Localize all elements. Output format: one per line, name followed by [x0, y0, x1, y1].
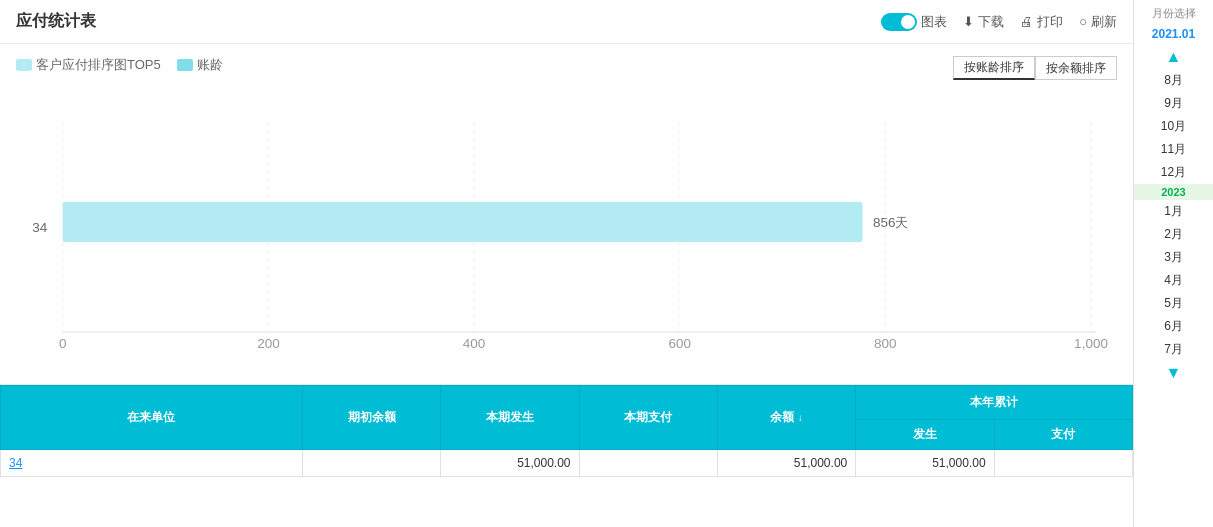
sidebar-selected-month[interactable]: 2021.01 — [1152, 23, 1195, 45]
legend-item-top5: 客户应付排序图TOP5 — [16, 56, 161, 74]
cell-balance: 51,000.00 — [717, 450, 855, 477]
sidebar-month-10[interactable]: 10月 — [1134, 115, 1213, 138]
svg-text:800: 800 — [874, 336, 897, 351]
sidebar-down-button[interactable]: ▼ — [1162, 361, 1186, 385]
header: 应付统计表 图表 ⬇ 下载 🖨 打印 ○ 刷新 — [0, 0, 1133, 44]
th-year-occur: 发生 — [856, 420, 994, 450]
table-area: 在来单位 期初余额 本期发生 本期支付 余额 ↓ 本年累计 发生 支付 — [0, 384, 1133, 527]
print-button[interactable]: 🖨 打印 — [1020, 13, 1063, 31]
page-title: 应付统计表 — [16, 11, 96, 32]
sidebar-month-1[interactable]: 1月 — [1134, 200, 1213, 223]
chart-label: 图表 — [921, 13, 947, 31]
sidebar-month-2[interactable]: 2月 — [1134, 223, 1213, 246]
sidebar-month-5[interactable]: 5月 — [1134, 292, 1213, 315]
refresh-label: 刷新 — [1091, 13, 1117, 31]
chart-svg: 34 856天 0 200 400 600 800 1,000 — [16, 92, 1117, 372]
svg-text:34: 34 — [32, 220, 47, 235]
th-unit: 在来单位 — [1, 386, 303, 450]
page-wrapper: 应付统计表 图表 ⬇ 下载 🖨 打印 ○ 刷新 — [0, 0, 1213, 527]
download-button[interactable]: ⬇ 下载 — [963, 13, 1004, 31]
th-year-pay: 支付 — [994, 420, 1132, 450]
th-period-start: 期初余额 — [302, 386, 440, 450]
th-current-occur: 本期发生 — [441, 386, 579, 450]
svg-text:1,000: 1,000 — [1074, 336, 1108, 351]
data-table: 在来单位 期初余额 本期发生 本期支付 余额 ↓ 本年累计 发生 支付 — [0, 385, 1133, 477]
sort-by-balance-button[interactable]: 按余额排序 — [1035, 56, 1117, 80]
th-year-cumul: 本年累计 — [856, 386, 1133, 420]
refresh-icon: ○ — [1079, 14, 1087, 29]
sidebar-month-7[interactable]: 7月 — [1134, 338, 1213, 361]
svg-text:0: 0 — [59, 336, 67, 351]
th-balance: 余额 ↓ — [717, 386, 855, 450]
sidebar-month-6[interactable]: 6月 — [1134, 315, 1213, 338]
chart-sort-buttons: 按账龄排序 按余额排序 — [953, 56, 1117, 80]
download-label: 下载 — [978, 13, 1004, 31]
svg-rect-1 — [63, 202, 863, 242]
cell-current-pay — [579, 450, 717, 477]
header-actions: 图表 ⬇ 下载 🖨 打印 ○ 刷新 — [881, 13, 1117, 31]
sort-by-age-button[interactable]: 按账龄排序 — [953, 56, 1035, 80]
legend-color-age — [177, 59, 193, 71]
legend-item-age: 账龄 — [177, 56, 223, 74]
th-current-pay: 本期支付 — [579, 386, 717, 450]
legend-label-top5: 客户应付排序图TOP5 — [36, 56, 161, 74]
legend-label-age: 账龄 — [197, 56, 223, 74]
print-icon: 🖨 — [1020, 14, 1033, 29]
chart-area: 客户应付排序图TOP5 账龄 按账龄排序 按余额排序 34 — [0, 44, 1133, 384]
chart-header-row: 客户应付排序图TOP5 账龄 按账龄排序 按余额排序 — [16, 56, 1117, 88]
svg-text:856天: 856天 — [873, 215, 909, 230]
print-label: 打印 — [1037, 13, 1063, 31]
sidebar-up-button[interactable]: ▲ — [1162, 45, 1186, 69]
sidebar-month-11[interactable]: 11月 — [1134, 138, 1213, 161]
sidebar-month-4[interactable]: 4月 — [1134, 269, 1213, 292]
svg-text:600: 600 — [668, 336, 691, 351]
toggle-switch-icon[interactable] — [881, 13, 917, 31]
chart-legend: 客户应付排序图TOP5 账龄 — [16, 56, 223, 74]
cell-year-occur: 51,000.00 — [856, 450, 994, 477]
sidebar-right: 月份选择 2021.01 ▲ 8月 9月 10月 11月 12月 2023 1月… — [1133, 0, 1213, 527]
sidebar-month-3[interactable]: 3月 — [1134, 246, 1213, 269]
chart-container: 34 856天 0 200 400 600 800 1,000 — [16, 92, 1117, 372]
cell-period-start — [302, 450, 440, 477]
sidebar-month-9[interactable]: 9月 — [1134, 92, 1213, 115]
table-row: 34 51,000.00 51,000.00 51,000.00 — [1, 450, 1133, 477]
left-section: 应付统计表 图表 ⬇ 下载 🖨 打印 ○ 刷新 — [0, 0, 1133, 527]
cell-current-occur: 51,000.00 — [441, 450, 579, 477]
cell-unit[interactable]: 34 — [1, 450, 303, 477]
cell-year-pay — [994, 450, 1132, 477]
svg-text:400: 400 — [463, 336, 486, 351]
svg-text:200: 200 — [257, 336, 280, 351]
download-icon: ⬇ — [963, 14, 974, 29]
sidebar-month-12[interactable]: 12月 — [1134, 161, 1213, 184]
table-wrapper: 在来单位 期初余额 本期发生 本期支付 余额 ↓ 本年累计 发生 支付 — [0, 385, 1133, 477]
legend-color-top5 — [16, 59, 32, 71]
chart-toggle[interactable]: 图表 — [881, 13, 947, 31]
sidebar-year-2023[interactable]: 2023 — [1134, 184, 1213, 200]
sidebar-month-8[interactable]: 8月 — [1134, 69, 1213, 92]
refresh-button[interactable]: ○ 刷新 — [1079, 13, 1117, 31]
sidebar-month-title: 月份选择 — [1152, 4, 1196, 23]
